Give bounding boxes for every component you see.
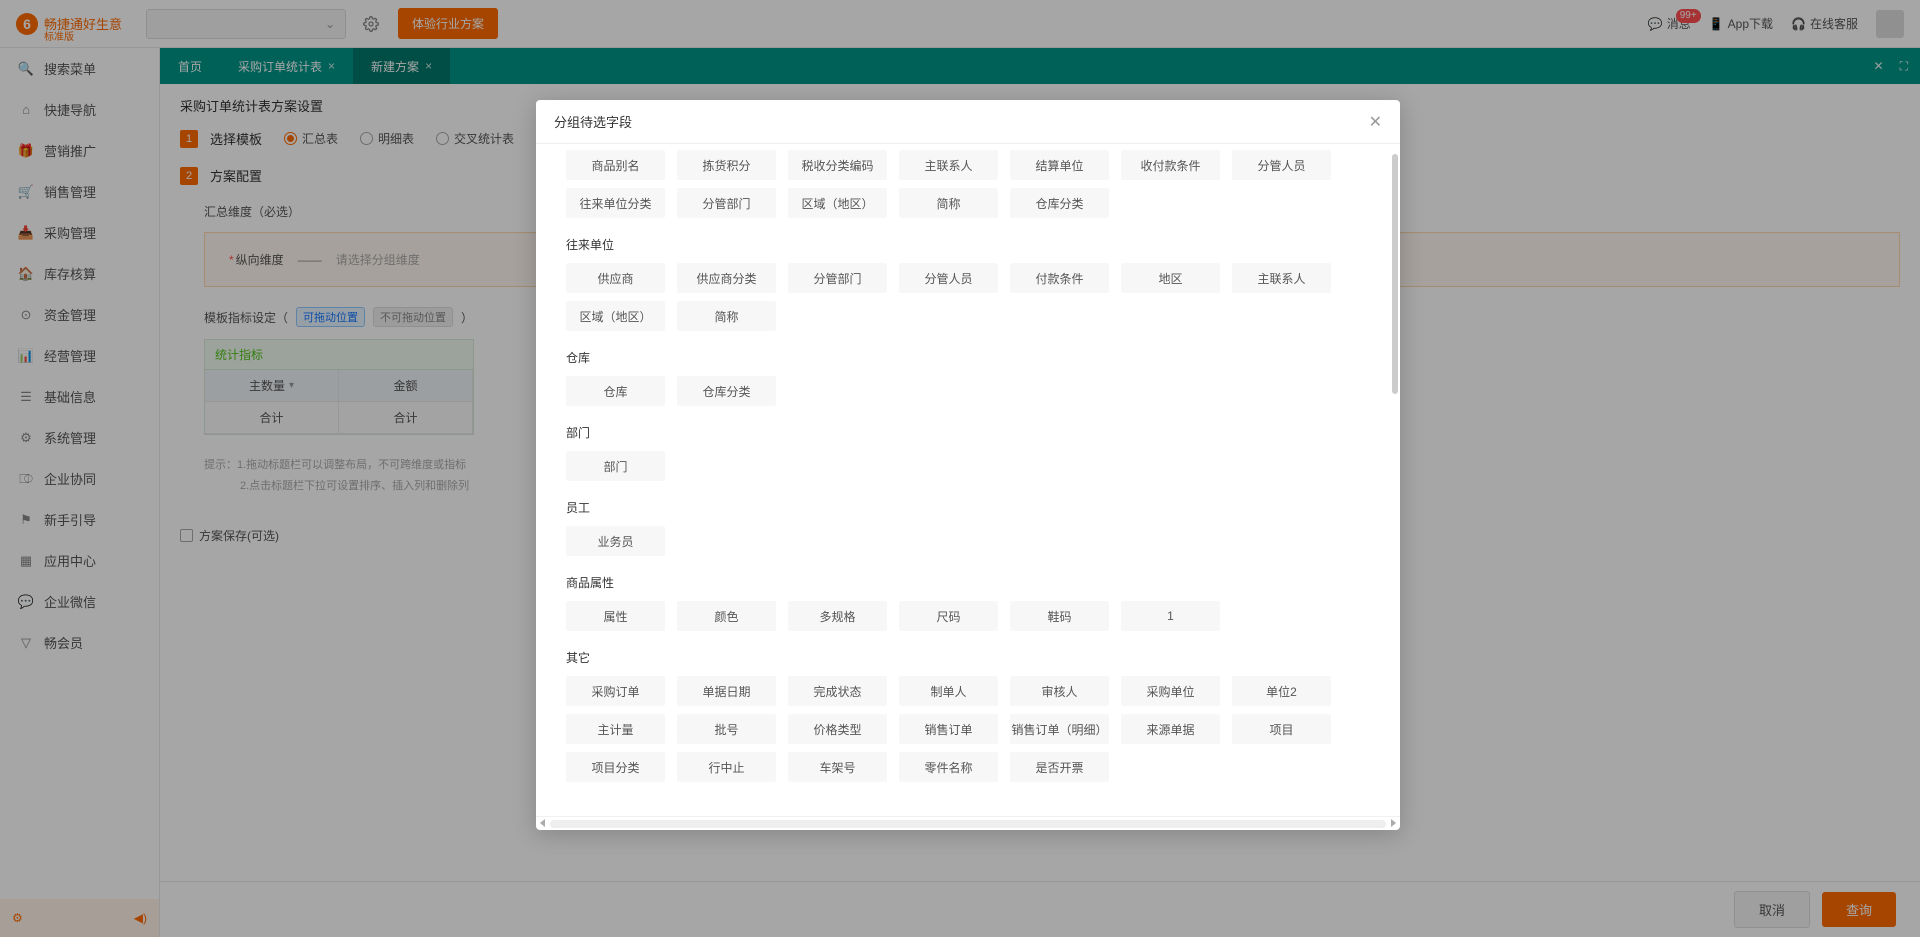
field-chip[interactable]: 仓库分类 xyxy=(677,376,776,406)
modal-header: 分组待选字段 ✕ xyxy=(536,100,1400,144)
field-chip[interactable]: 结算单位 xyxy=(1010,150,1109,180)
field-chip[interactable]: 商品别名 xyxy=(566,150,665,180)
field-chip[interactable]: 鞋码 xyxy=(1010,601,1109,631)
group-title: 仓库 xyxy=(566,349,1380,366)
field-chip[interactable]: 拣货积分 xyxy=(677,150,776,180)
group-title: 其它 xyxy=(566,649,1380,666)
field-chip[interactable]: 税收分类编码 xyxy=(788,150,887,180)
field-chip[interactable]: 采购订单 xyxy=(566,676,665,706)
group-title: 部门 xyxy=(566,424,1380,441)
field-chip[interactable]: 单据日期 xyxy=(677,676,776,706)
field-chip[interactable]: 采购单位 xyxy=(1121,676,1220,706)
field-chip[interactable]: 收付款条件 xyxy=(1121,150,1220,180)
field-chip[interactable]: 零件名称 xyxy=(899,752,998,782)
field-chip[interactable]: 部门 xyxy=(566,451,665,481)
field-chip[interactable]: 属性 xyxy=(566,601,665,631)
field-chip[interactable]: 是否开票 xyxy=(1010,752,1109,782)
field-chip[interactable]: 区域（地区） xyxy=(788,188,887,218)
scrollbar-thumb[interactable] xyxy=(1392,154,1398,394)
field-chip[interactable]: 简称 xyxy=(899,188,998,218)
field-chip[interactable]: 1 xyxy=(1121,601,1220,631)
field-chip[interactable]: 简称 xyxy=(677,301,776,331)
field-row: 采购订单单据日期完成状态制单人审核人采购单位单位2 xyxy=(566,676,1380,706)
close-icon[interactable]: ✕ xyxy=(1369,112,1382,132)
field-chip[interactable]: 单位2 xyxy=(1232,676,1331,706)
field-chip[interactable]: 供应商分类 xyxy=(677,263,776,293)
group-title: 商品属性 xyxy=(566,574,1380,591)
field-chip[interactable]: 多规格 xyxy=(788,601,887,631)
field-row: 属性颜色多规格尺码鞋码 1 xyxy=(566,601,1380,631)
field-row: 主计量批号价格类型销售订单销售订单（明细） 来源单据项目 xyxy=(566,714,1380,744)
field-chip[interactable]: 业务员 xyxy=(566,526,665,556)
field-chip[interactable]: 分管人员 xyxy=(1232,150,1331,180)
field-chip[interactable]: 销售订单（明细） xyxy=(1010,714,1109,744)
horizontal-scrollbar[interactable] xyxy=(536,816,1400,830)
field-chip[interactable]: 往来单位分类 xyxy=(566,188,665,218)
field-chip[interactable]: 尺码 xyxy=(899,601,998,631)
field-chip[interactable]: 地区 xyxy=(1121,263,1220,293)
field-selector-modal: 分组待选字段 ✕ 商品别名拣货积分税收分类编码主联系人结算单位收付款条件分管人员… xyxy=(536,100,1400,830)
field-chip[interactable]: 主联系人 xyxy=(899,150,998,180)
field-row: 商品别名拣货积分税收分类编码主联系人结算单位收付款条件分管人员 xyxy=(566,150,1380,180)
group-title: 往来单位 xyxy=(566,236,1380,253)
field-chip[interactable]: 销售订单 xyxy=(899,714,998,744)
field-chip[interactable]: 主计量 xyxy=(566,714,665,744)
field-chip[interactable]: 项目分类 xyxy=(566,752,665,782)
field-chip[interactable]: 分管部门 xyxy=(788,263,887,293)
field-chip[interactable]: 付款条件 xyxy=(1010,263,1109,293)
field-chip[interactable]: 仓库 xyxy=(566,376,665,406)
field-chip[interactable]: 分管人员 xyxy=(899,263,998,293)
field-chip[interactable]: 颜色 xyxy=(677,601,776,631)
modal-body: 商品别名拣货积分税收分类编码主联系人结算单位收付款条件分管人员 往来单位分类分管… xyxy=(536,144,1400,816)
group-title: 员工 xyxy=(566,499,1380,516)
field-chip[interactable]: 仓库分类 xyxy=(1010,188,1109,218)
field-chip[interactable]: 制单人 xyxy=(899,676,998,706)
field-chip[interactable]: 车架号 xyxy=(788,752,887,782)
field-row: 项目分类行中止车架号零件名称是否开票 xyxy=(566,752,1380,782)
field-chip[interactable]: 来源单据 xyxy=(1121,714,1220,744)
field-chip[interactable]: 价格类型 xyxy=(788,714,887,744)
field-chip[interactable]: 项目 xyxy=(1232,714,1331,744)
field-row: 供应商供应商分类分管部门分管人员付款条件地区主联系人 xyxy=(566,263,1380,293)
field-chip[interactable]: 批号 xyxy=(677,714,776,744)
field-chip[interactable]: 区域（地区） xyxy=(566,301,665,331)
field-row: 仓库仓库分类 xyxy=(566,376,1380,406)
field-row: 部门 xyxy=(566,451,1380,481)
field-chip[interactable]: 主联系人 xyxy=(1232,263,1331,293)
field-chip[interactable]: 行中止 xyxy=(677,752,776,782)
field-chip[interactable]: 供应商 xyxy=(566,263,665,293)
field-chip[interactable]: 审核人 xyxy=(1010,676,1109,706)
modal-title: 分组待选字段 xyxy=(554,112,632,131)
field-chip[interactable]: 完成状态 xyxy=(788,676,887,706)
field-chip[interactable]: 分管部门 xyxy=(677,188,776,218)
field-row: 往来单位分类分管部门区域（地区） 简称仓库分类 xyxy=(566,188,1380,218)
field-row: 区域（地区） 简称 xyxy=(566,301,1380,331)
field-row: 业务员 xyxy=(566,526,1380,556)
scroll-track[interactable] xyxy=(550,820,1386,828)
